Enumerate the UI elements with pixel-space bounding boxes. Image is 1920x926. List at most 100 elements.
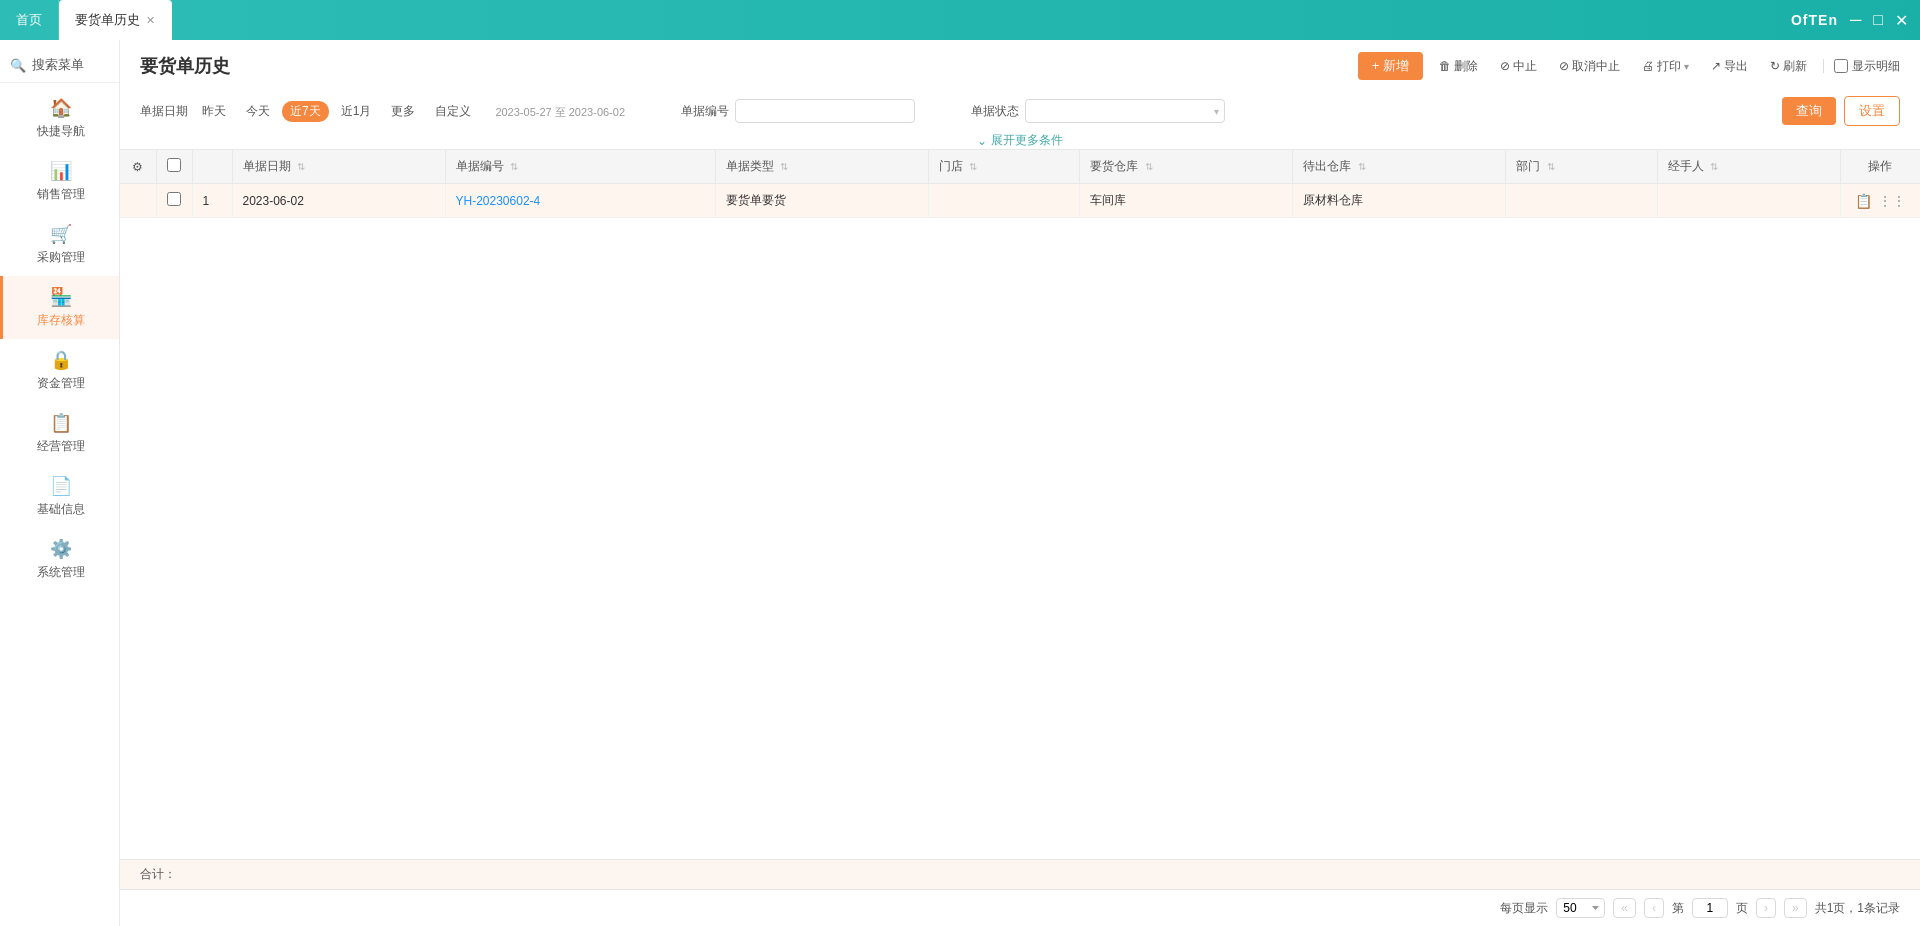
td-req-warehouse-0: 车间库 bbox=[1080, 184, 1293, 218]
th-handler[interactable]: 经手人 ⇅ bbox=[1658, 150, 1840, 184]
finance-icon: 🔒 bbox=[50, 349, 72, 371]
edit-icon-0[interactable]: 📋 bbox=[1855, 193, 1872, 209]
delete-label: 删除 bbox=[1454, 58, 1478, 75]
doc-no-link-0[interactable]: YH-20230602-4 bbox=[456, 194, 541, 208]
date-range-text: 2023-05-27 至 2023-06-02 bbox=[495, 105, 625, 120]
th-doc-date[interactable]: 单据日期 ⇅ bbox=[232, 150, 445, 184]
window-close-icon[interactable]: ✕ bbox=[1895, 11, 1908, 30]
minimize-icon[interactable]: ─ bbox=[1850, 11, 1861, 29]
tab-close-icon[interactable]: ✕ bbox=[146, 14, 155, 27]
sidebar-item-label-sales: 销售管理 bbox=[37, 186, 85, 203]
date-pill-today[interactable]: 今天 bbox=[238, 101, 278, 122]
tab-bar: 首页 要货单历史 ✕ bbox=[0, 0, 172, 40]
sidebar: 🔍 搜索菜单 🏠 快捷导航 📊 销售管理 🛒 采购管理 🏪 库存核算 🔒 资金管… bbox=[0, 40, 120, 926]
th-doc-type[interactable]: 单据类型 ⇅ bbox=[715, 150, 928, 184]
sidebar-item-label-operations: 经营管理 bbox=[37, 438, 85, 455]
th-store[interactable]: 门店 ⇅ bbox=[928, 150, 1080, 184]
sort-icon-store: ⇅ bbox=[969, 161, 977, 172]
page-header: 要货单历史 + 新增 🗑 删除 ⊘ 中止 ⊘ 取消中止 bbox=[120, 40, 1920, 150]
page-size-select[interactable]: 10 20 50 100 bbox=[1556, 898, 1605, 918]
status-input[interactable] bbox=[1025, 99, 1225, 123]
display-detail-checkbox[interactable] bbox=[1834, 59, 1848, 73]
td-doc-type-0: 要货单要货 bbox=[715, 184, 928, 218]
status-dropdown-icon: ▾ bbox=[1214, 106, 1219, 117]
stop-button[interactable]: ⊘ 中止 bbox=[1494, 54, 1543, 79]
expand-down-icon: ⌄ bbox=[977, 134, 987, 148]
th-req-warehouse[interactable]: 要货仓库 ⇅ bbox=[1080, 150, 1293, 184]
th-department[interactable]: 部门 ⇅ bbox=[1506, 150, 1658, 184]
sidebar-item-operations[interactable]: 📋 经营管理 bbox=[0, 402, 119, 465]
refresh-button[interactable]: ↻ 刷新 bbox=[1764, 54, 1813, 79]
settings-col-icon: ⚙ bbox=[132, 160, 143, 174]
export-label: 导出 bbox=[1724, 58, 1748, 75]
prev-page-button[interactable]: ‹ bbox=[1644, 898, 1664, 918]
sidebar-item-sales[interactable]: 📊 销售管理 bbox=[0, 150, 119, 213]
search-icon: 🔍 bbox=[10, 58, 26, 73]
sidebar-item-label-basic-info: 基础信息 bbox=[37, 501, 85, 518]
sort-icon-doc-date: ⇅ bbox=[297, 161, 305, 172]
sidebar-item-purchase[interactable]: 🛒 采购管理 bbox=[0, 213, 119, 276]
th-pending-warehouse[interactable]: 待出仓库 ⇅ bbox=[1293, 150, 1506, 184]
sidebar-item-finance[interactable]: 🔒 资金管理 bbox=[0, 339, 119, 402]
data-table: ⚙ 单据日期 ⇅ 单据编号 ⇅ bbox=[120, 150, 1920, 218]
delete-button[interactable]: 🗑 删除 bbox=[1433, 54, 1484, 79]
inventory-icon: 🏪 bbox=[50, 286, 72, 308]
last-page-button[interactable]: » bbox=[1784, 898, 1807, 918]
purchase-icon: 🛒 bbox=[50, 223, 72, 245]
date-pills: 昨天 今天 近7天 近1月 更多 自定义 bbox=[194, 101, 479, 122]
next-page-button[interactable]: › bbox=[1756, 898, 1776, 918]
page-number-input[interactable] bbox=[1692, 898, 1728, 918]
sidebar-search[interactable]: 🔍 搜索菜单 bbox=[0, 48, 119, 83]
date-pill-last7days[interactable]: 近7天 bbox=[282, 101, 329, 122]
display-detail-toggle[interactable]: 显示明细 bbox=[1834, 58, 1900, 75]
sidebar-item-quick-nav[interactable]: 🏠 快捷导航 bbox=[0, 87, 119, 150]
select-all-checkbox[interactable] bbox=[167, 158, 181, 172]
cancel-stop-button[interactable]: ⊘ 取消中止 bbox=[1553, 54, 1626, 79]
date-pill-more[interactable]: 更多 bbox=[383, 101, 423, 122]
tab-home[interactable]: 首页 bbox=[0, 0, 59, 40]
refresh-icon: ↻ bbox=[1770, 59, 1780, 73]
doc-no-input[interactable] bbox=[735, 99, 915, 123]
expand-more[interactable]: ⌄ 展开更多条件 bbox=[140, 132, 1900, 149]
sidebar-item-system[interactable]: ⚙️ 系统管理 bbox=[0, 528, 119, 591]
sidebar-item-basic-info[interactable]: 📄 基础信息 bbox=[0, 465, 119, 528]
tab-requisition-history-label: 要货单历史 bbox=[75, 11, 140, 29]
display-detail-label: 显示明细 bbox=[1852, 58, 1900, 75]
new-button[interactable]: + 新增 bbox=[1358, 52, 1423, 80]
cancel-stop-label: 取消中止 bbox=[1572, 58, 1620, 75]
th-doc-no[interactable]: 单据编号 ⇅ bbox=[445, 150, 715, 184]
td-doc-no-0: YH-20230602-4 bbox=[445, 184, 715, 218]
print-icon: 🖨 bbox=[1642, 59, 1654, 73]
refresh-label: 刷新 bbox=[1783, 58, 1807, 75]
query-button[interactable]: 查询 bbox=[1782, 97, 1836, 125]
cancel-stop-icon: ⊘ bbox=[1559, 59, 1569, 73]
sidebar-item-inventory[interactable]: 🏪 库存核算 bbox=[0, 276, 119, 339]
sort-icon-pending-warehouse: ⇅ bbox=[1358, 161, 1366, 172]
row-checkbox-0[interactable] bbox=[167, 192, 181, 206]
system-icon: ⚙️ bbox=[50, 538, 72, 560]
sidebar-item-label-quick-nav: 快捷导航 bbox=[37, 123, 85, 140]
maximize-icon[interactable]: □ bbox=[1873, 11, 1883, 29]
page-label: 第 bbox=[1672, 900, 1684, 917]
date-pill-last1month[interactable]: 近1月 bbox=[333, 101, 380, 122]
date-pill-yesterday[interactable]: 昨天 bbox=[194, 101, 234, 122]
doc-no-filter-label: 单据编号 bbox=[681, 103, 729, 120]
more-icon-0[interactable]: ⋮⋮ bbox=[1878, 193, 1906, 209]
td-pending-warehouse-0: 原材料仓库 bbox=[1293, 184, 1506, 218]
pagination-bar: 每页显示 10 20 50 100 « ‹ 第 页 › » 共1页，1条记录 bbox=[120, 889, 1920, 926]
sort-icon-doc-no: ⇅ bbox=[510, 161, 518, 172]
print-button[interactable]: 🖨 打印 ▾ bbox=[1636, 54, 1695, 79]
first-page-button[interactable]: « bbox=[1613, 898, 1636, 918]
content-area: 要货单历史 + 新增 🗑 删除 ⊘ 中止 ⊘ 取消中止 bbox=[120, 40, 1920, 926]
tab-requisition-history[interactable]: 要货单历史 ✕ bbox=[59, 0, 172, 40]
sidebar-item-label-finance: 资金管理 bbox=[37, 375, 85, 392]
th-doc-no-label: 单据编号 bbox=[456, 159, 504, 173]
sidebar-item-label-inventory: 库存核算 bbox=[37, 312, 85, 329]
settings-button[interactable]: 设置 bbox=[1844, 96, 1900, 126]
date-pill-custom[interactable]: 自定义 bbox=[427, 101, 479, 122]
status-filter-label: 单据状态 bbox=[971, 103, 1019, 120]
page-title-row: 要货单历史 + 新增 🗑 删除 ⊘ 中止 ⊘ 取消中止 bbox=[140, 52, 1900, 80]
top-bar-right: OfTEn ─ □ ✕ bbox=[1791, 11, 1920, 30]
export-button[interactable]: ↗ 导出 bbox=[1705, 54, 1754, 79]
th-settings[interactable]: ⚙ bbox=[120, 150, 156, 184]
